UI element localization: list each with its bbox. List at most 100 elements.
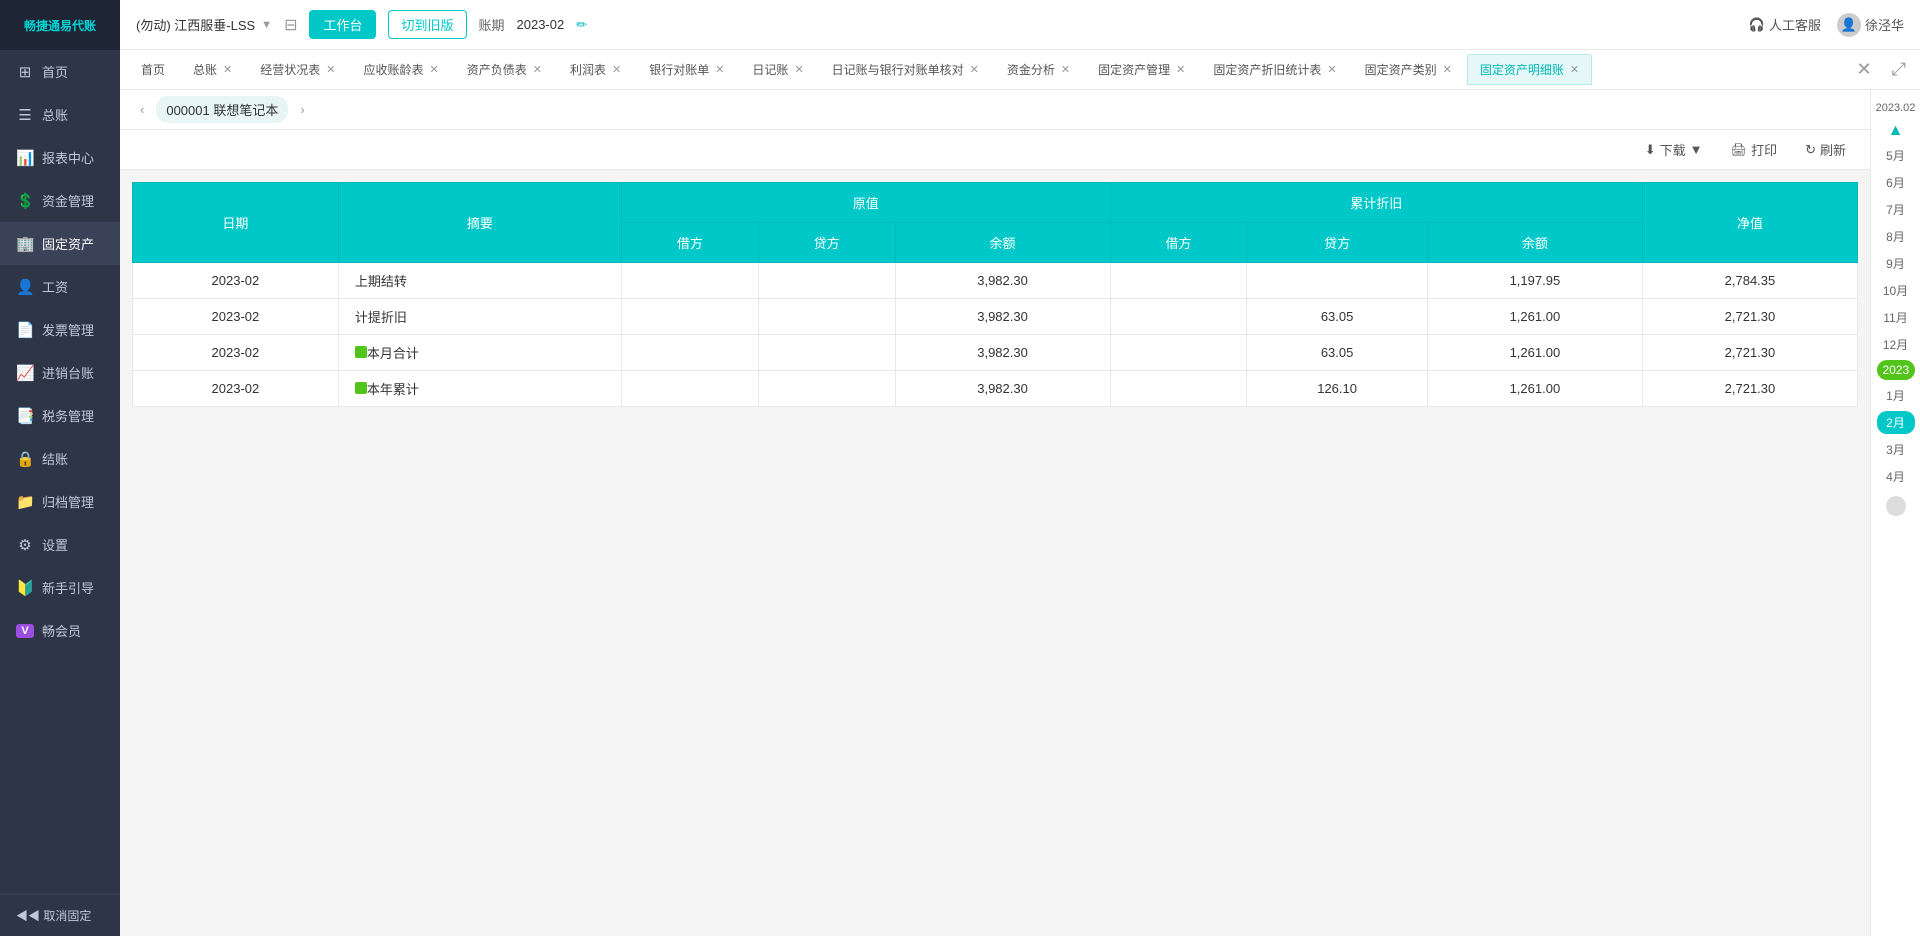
cell-summary: 上期结转 [338,263,621,299]
print-icon: 🖨 [1731,142,1748,158]
right-panel-year-2023[interactable]: 2023 [1877,360,1915,380]
tab-profit[interactable]: 利润表 ✕ [557,54,634,85]
tab-close-fixed-mgmt[interactable]: ✕ [1176,63,1185,76]
table-row: 2023-02 上期结转 3,982.30 1,197.95 2,784.35 [133,263,1858,299]
th-accum-debit: 借方 [1110,223,1247,263]
sidebar-item-reports[interactable]: 📊 报表中心 [0,136,120,179]
table-wrapper: 日期 摘要 原值 累计折旧 净值 借方 贷方 余额 借方 贷方 余额 [120,170,1870,936]
right-panel-month-12[interactable]: 12月 [1877,333,1915,356]
nav-prev-arrow[interactable]: ‹ [136,98,148,121]
tab-close-balance[interactable]: ✕ [533,63,542,76]
refresh-button[interactable]: ↻ 刷新 [1797,136,1854,163]
cell-accum-balance: 1,261.00 [1427,335,1642,371]
tab-close-ledger[interactable]: ✕ [223,63,232,76]
user-avatar-icon: 👤 [1837,13,1861,37]
switch-old-button[interactable]: 切到旧版 [388,10,466,39]
tab-close-fixed-detail[interactable]: ✕ [1570,63,1579,76]
tab-journal-bank[interactable]: 日记账与银行对账单核对 ✕ [819,54,992,85]
tab-close-fixed-type[interactable]: ✕ [1443,63,1452,76]
cell-date: 2023-02 [133,371,339,407]
th-date: 日期 [133,183,339,263]
sidebar-item-settings[interactable]: ⚙ 设置 [0,523,120,566]
period-edit-icon[interactable]: ✏ [576,17,587,33]
right-panel-month-11[interactable]: 11月 [1877,306,1915,329]
workbench-button[interactable]: 工作台 [309,10,376,39]
ledger-icon: ☰ [16,106,34,124]
tab-close-capital[interactable]: ✕ [1061,63,1070,76]
right-panel-month-7[interactable]: 7月 [1877,198,1915,221]
sidebar-item-tax[interactable]: 📑 税务管理 [0,394,120,437]
tab-journal[interactable]: 日记账 ✕ [739,54,816,85]
tab-close-journal[interactable]: ✕ [794,63,803,76]
tab-home[interactable]: 首页 [128,54,178,85]
sidebar-item-salary[interactable]: 👤 工资 [0,265,120,308]
nav-next-arrow[interactable]: › [296,98,308,121]
right-panel-month-1[interactable]: 1月 [1877,384,1915,407]
right-panel-month-4[interactable]: 4月 [1877,465,1915,488]
main-content: (勿动) 江西服垂-LSS ▼ ⊟ 工作台 切到旧版 账期 2023-02 ✏ … [120,0,1920,936]
cell-accum-credit: 63.05 [1247,299,1428,335]
tab-fixed-type[interactable]: 固定资产类别 ✕ [1352,54,1465,85]
support-btn[interactable]: 🎧 人工客服 [1749,15,1821,34]
capital-icon: 💲 [16,192,34,210]
tabbar-actions: ✕ ⤢ [1851,57,1913,82]
sidebar-item-home[interactable]: ⊞ 首页 [0,50,120,93]
tab-close-business[interactable]: ✕ [326,63,335,76]
tab-business[interactable]: 经营状况表 ✕ [247,54,348,85]
sidebar-footer-unpin[interactable]: ◀◀ 取消固定 [0,894,120,936]
right-panel-month-8[interactable]: 8月 [1877,225,1915,248]
pin-icon: ◀◀ [16,909,40,923]
tab-fixed-detail[interactable]: 固定资产明细账 ✕ [1467,54,1592,85]
tab-close-all-btn[interactable]: ✕ [1851,57,1878,82]
cell-orig-balance: 3,982.30 [895,299,1110,335]
tab-maximize-btn[interactable]: ⤢ [1886,57,1912,82]
topbar: (勿动) 江西服垂-LSS ▼ ⊟ 工作台 切到旧版 账期 2023-02 ✏ … [120,0,1920,50]
tab-receivable[interactable]: 应收账龄表 ✕ [350,54,451,85]
cell-accum-debit [1110,263,1247,299]
right-panel-scroll-up[interactable]: ▲ [1888,122,1904,140]
sidebar-item-member[interactable]: V 畅会员 [0,609,120,652]
right-panel-month-2[interactable]: 2月 [1877,411,1915,434]
tab-fixed-mgmt[interactable]: 固定资产管理 ✕ [1085,54,1198,85]
sidebar-item-ledger[interactable]: ☰ 总账 [0,93,120,136]
tab-ledger[interactable]: 总账 ✕ [180,54,245,85]
tab-capital[interactable]: 资金分析 ✕ [994,54,1083,85]
tag-icon [355,346,367,358]
user-profile[interactable]: 👤 徐泾华 [1837,13,1904,37]
tab-balance[interactable]: 资产负债表 ✕ [454,54,555,85]
sidebar-item-archive[interactable]: 📁 归档管理 [0,480,120,523]
right-panel-month-10[interactable]: 10月 [1877,279,1915,302]
print-button[interactable]: 🖨 打印 [1723,136,1786,163]
sidebar-item-close[interactable]: 🔒 结账 [0,437,120,480]
breadcrumb-asset[interactable]: 000001 联想笔记本 [156,96,288,123]
page-content: ‹ 000001 联想笔记本 › ⬇ 下载 ▼ 🖨 打印 ↻ 刷新 [120,90,1870,936]
tab-close-fixed-depr[interactable]: ✕ [1327,63,1336,76]
sidebar-item-capital[interactable]: 💲 资金管理 [0,179,120,222]
sidebar-item-invoice[interactable]: 📄 发票管理 [0,308,120,351]
home-icon: ⊞ [16,63,34,81]
copy-icon[interactable]: ⊟ [284,15,297,35]
download-button[interactable]: ⬇ 下载 ▼ [1637,136,1711,163]
sidebar-item-guide[interactable]: 🔰 新手引导 [0,566,120,609]
member-icon: V [16,624,34,638]
table-row: 2023-02 本年累计 3,982.30 126.10 1,261.00 2,… [133,371,1858,407]
right-panel: 2023.02 ▲ 5月 6月 7月 8月 9月 10月 11月 12月 202… [1870,90,1920,936]
company-selector[interactable]: (勿动) 江西服垂-LSS ▼ [136,15,272,34]
right-panel-month-3[interactable]: 3月 [1877,438,1915,461]
sidebar-item-sales[interactable]: 📈 进销台账 [0,351,120,394]
reports-icon: 📊 [16,149,34,167]
sidebar-item-fixed[interactable]: 🏢 固定资产 [0,222,120,265]
cell-date: 2023-02 [133,335,339,371]
tab-fixed-depr[interactable]: 固定资产折旧统计表 ✕ [1200,54,1349,85]
tab-close-receivable[interactable]: ✕ [430,63,439,76]
tab-bank[interactable]: 银行对账单 ✕ [636,54,737,85]
tab-close-profit[interactable]: ✕ [612,63,621,76]
cell-net-value: 2,784.35 [1642,263,1857,299]
cell-orig-debit [621,263,758,299]
right-panel-month-6[interactable]: 6月 [1877,171,1915,194]
right-panel-month-9[interactable]: 9月 [1877,252,1915,275]
right-panel-month-5[interactable]: 5月 [1877,144,1915,167]
support-icon: 🎧 [1749,17,1765,33]
tab-close-bank[interactable]: ✕ [715,63,724,76]
tab-close-journal-bank[interactable]: ✕ [970,63,979,76]
